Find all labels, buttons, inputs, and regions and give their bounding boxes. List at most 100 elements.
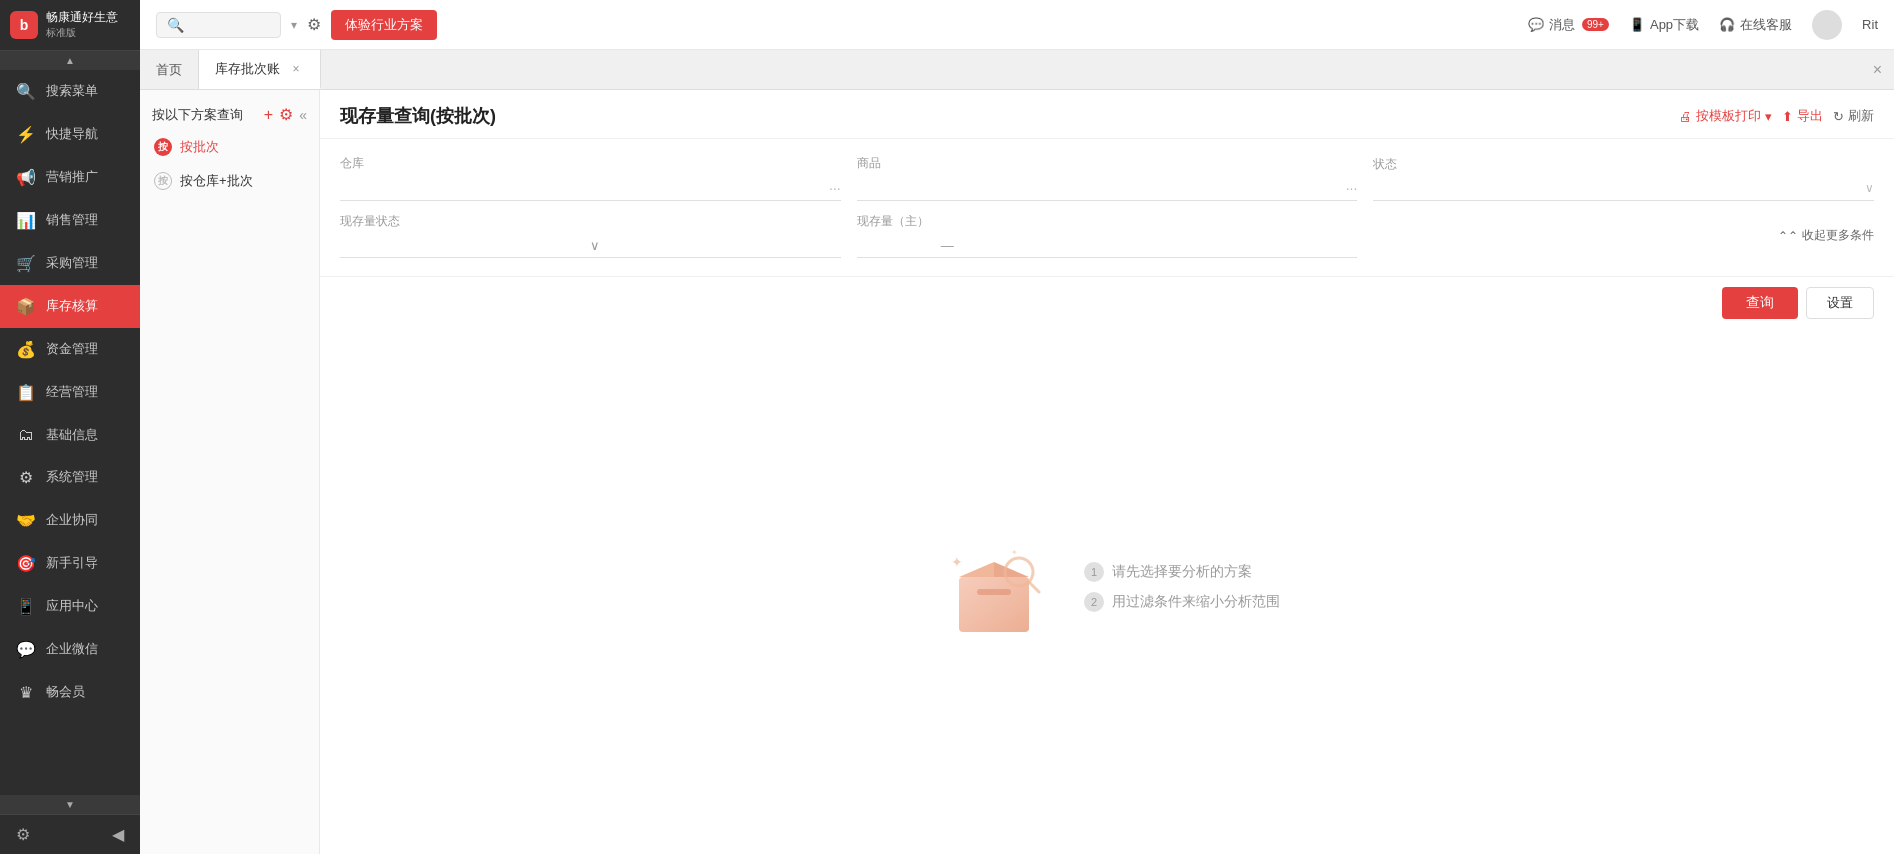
topbar: 🔍 ▾ ⚙ 体验行业方案 💬 消息 99+ 📱 App下载 🎧 在线客服 Rit: [140, 0, 1894, 50]
finance-icon: 💰: [16, 340, 36, 359]
topbar-right: 💬 消息 99+ 📱 App下载 🎧 在线客服 Rit: [1528, 10, 1878, 40]
product-label: 商品: [857, 155, 1358, 172]
inventory-icon: 📦: [16, 297, 36, 316]
scheme-dot-active: 按: [154, 138, 172, 156]
svg-marker-2: [994, 562, 1029, 577]
sidebar-item-basic[interactable]: 🗂 基础信息: [0, 414, 140, 456]
message-badge: 99+: [1582, 18, 1609, 31]
sidebar-item-marketing[interactable]: 📢 营销推广: [0, 156, 140, 199]
warehouse-more-icon[interactable]: ···: [829, 180, 841, 196]
status-filter: 状态 ∨: [1373, 156, 1874, 201]
basic-icon: 🗂: [16, 426, 36, 444]
vip-icon: ♛: [16, 683, 36, 702]
sidebar-item-vip[interactable]: ♛ 畅会员: [0, 671, 140, 714]
inventory-qty-to[interactable]: [958, 238, 1038, 253]
search-input[interactable]: [190, 18, 270, 32]
empty-step-2: 2 用过滤条件来缩小分析范围: [1084, 592, 1280, 612]
query-button[interactable]: 查询: [1722, 287, 1798, 319]
sidebar-item-inventory[interactable]: 📦 库存核算: [0, 285, 140, 328]
user-name[interactable]: Rit: [1862, 17, 1878, 32]
sidebar-item-search[interactable]: 🔍 搜索菜单: [0, 70, 140, 113]
product-input-wrapper[interactable]: ···: [857, 176, 1358, 201]
sidebar-header: b 畅康通好生意 标准版: [0, 0, 140, 51]
print-template-button[interactable]: 🖨 按模板打印 ▾: [1679, 107, 1772, 125]
refresh-button[interactable]: ↻ 刷新: [1833, 107, 1874, 125]
collapse-scheme-icon[interactable]: «: [299, 107, 307, 123]
sidebar-item-sales[interactable]: 📊 销售管理: [0, 199, 140, 242]
settings-button[interactable]: 设置: [1806, 287, 1874, 319]
step-circle-1: 1: [1084, 562, 1104, 582]
sidebar-item-purchase[interactable]: 🛒 采购管理: [0, 242, 140, 285]
print-dropdown-icon[interactable]: ▾: [1765, 109, 1772, 124]
app-download-button[interactable]: 📱 App下载: [1629, 16, 1699, 34]
tab-close-icon[interactable]: ×: [288, 61, 304, 77]
message-icon: 💬: [1528, 17, 1544, 32]
svg-marker-1: [959, 562, 994, 577]
export-button[interactable]: ⬆ 导出: [1782, 107, 1823, 125]
scheme-item-by-warehouse-batch[interactable]: 按 按仓库+批次: [140, 164, 319, 198]
sidebar-item-operations[interactable]: 📋 经营管理: [0, 371, 140, 414]
settings-scheme-icon[interactable]: ⚙: [279, 107, 293, 123]
trial-button[interactable]: 体验行业方案: [331, 10, 437, 40]
collapse-filter-button[interactable]: ⌃⌃ 收起更多条件: [1778, 223, 1874, 248]
page-header-actions: 🖨 按模板打印 ▾ ⬆ 导出 ↻ 刷新: [1679, 107, 1874, 125]
tabs-bar: 首页 库存批次账 × ×: [140, 50, 1894, 90]
warehouse-input-wrapper[interactable]: ···: [340, 176, 841, 201]
filter-row-2: 现存量状态 ∨ 现存量（主） —: [340, 213, 1874, 258]
sidebar-item-newbie[interactable]: 🎯 新手引导: [0, 542, 140, 585]
svg-text:✦: ✦: [951, 554, 963, 570]
settings-footer-icon[interactable]: ⚙: [16, 825, 30, 844]
scheme-header-label: 按以下方案查询: [152, 106, 243, 124]
sidebar-item-enterprise[interactable]: 🤝 企业协同: [0, 499, 140, 542]
empty-state: ✦ ✦ 1 请先选择要分析的方案 2 用过滤条件来缩小分析范围: [320, 329, 1894, 854]
search-box[interactable]: 🔍: [156, 12, 281, 38]
sidebar-scroll-down[interactable]: ▼: [0, 795, 140, 814]
operations-icon: 📋: [16, 383, 36, 402]
status-input-wrapper[interactable]: ∨: [1373, 177, 1874, 201]
scheme-dot-inactive: 按: [154, 172, 172, 190]
inventory-qty-from[interactable]: [857, 238, 937, 253]
user-avatar[interactable]: [1812, 10, 1842, 40]
tab-home[interactable]: 首页: [140, 50, 199, 89]
right-main-panel: 现存量查询(按批次) 🖨 按模板打印 ▾ ⬆ 导出 ↻ 刷新: [320, 90, 1894, 854]
sidebar-item-finance[interactable]: 💰 资金管理: [0, 328, 140, 371]
add-scheme-icon[interactable]: +: [264, 107, 273, 123]
inventory-qty-label: 现存量（主）: [857, 213, 1358, 230]
sidebar-item-wechat[interactable]: 💬 企业微信: [0, 628, 140, 671]
scheme-panel-header: 按以下方案查询 + ⚙ «: [140, 100, 319, 130]
sidebar-scroll-up[interactable]: ▲: [0, 51, 140, 70]
search-chevron-icon[interactable]: ▾: [291, 18, 297, 32]
inventory-status-dropdown-icon[interactable]: ∨: [590, 238, 840, 253]
tab-global-close-icon[interactable]: ×: [1861, 61, 1894, 79]
message-button[interactable]: 💬 消息 99+: [1528, 16, 1609, 34]
warehouse-label: 仓库: [340, 155, 841, 172]
filter-area: 仓库 ··· 商品 ···: [320, 139, 1894, 277]
purchase-icon: 🛒: [16, 254, 36, 273]
gear-icon[interactable]: ⚙: [307, 15, 321, 34]
headset-icon: 🎧: [1719, 17, 1735, 32]
inventory-status-label: 现存量状态: [340, 213, 841, 230]
sidebar-item-app-center[interactable]: 📱 应用中心: [0, 585, 140, 628]
svg-line-5: [1029, 582, 1039, 592]
product-more-icon[interactable]: ···: [1346, 180, 1358, 196]
online-service-button[interactable]: 🎧 在线客服: [1719, 16, 1792, 34]
tab-inventory-batch[interactable]: 库存批次账 ×: [199, 50, 321, 89]
warehouse-input[interactable]: [340, 181, 829, 196]
product-input[interactable]: [857, 181, 1346, 196]
main-area: 🔍 ▾ ⚙ 体验行业方案 💬 消息 99+ 📱 App下载 🎧 在线客服 Rit: [140, 0, 1894, 854]
sidebar-subtitle: 标准版: [46, 26, 118, 40]
status-input[interactable]: [1373, 181, 1865, 196]
inventory-status-select[interactable]: ∨: [340, 234, 841, 258]
status-dropdown-icon[interactable]: ∨: [1865, 181, 1874, 195]
page-header: 现存量查询(按批次) 🖨 按模板打印 ▾ ⬆ 导出 ↻ 刷新: [320, 90, 1894, 139]
collapse-up-icon: ⌃⌃: [1778, 229, 1798, 243]
empty-step-1: 1 请先选择要分析的方案: [1084, 562, 1280, 582]
sidebar-item-system[interactable]: ⚙ 系统管理: [0, 456, 140, 499]
print-icon: 🖨: [1679, 109, 1692, 124]
status-label: 状态: [1373, 156, 1874, 173]
sidebar-item-quick-nav[interactable]: ⚡ 快捷导航: [0, 113, 140, 156]
scheme-item-by-batch[interactable]: 按 按批次: [140, 130, 319, 164]
app-center-icon: 📱: [16, 597, 36, 616]
sidebar: b 畅康通好生意 标准版 ▲ 🔍 搜索菜单 ⚡ 快捷导航 📢 营销推广 📊 销售…: [0, 0, 140, 854]
collapse-sidebar-icon[interactable]: ◀: [112, 825, 124, 844]
